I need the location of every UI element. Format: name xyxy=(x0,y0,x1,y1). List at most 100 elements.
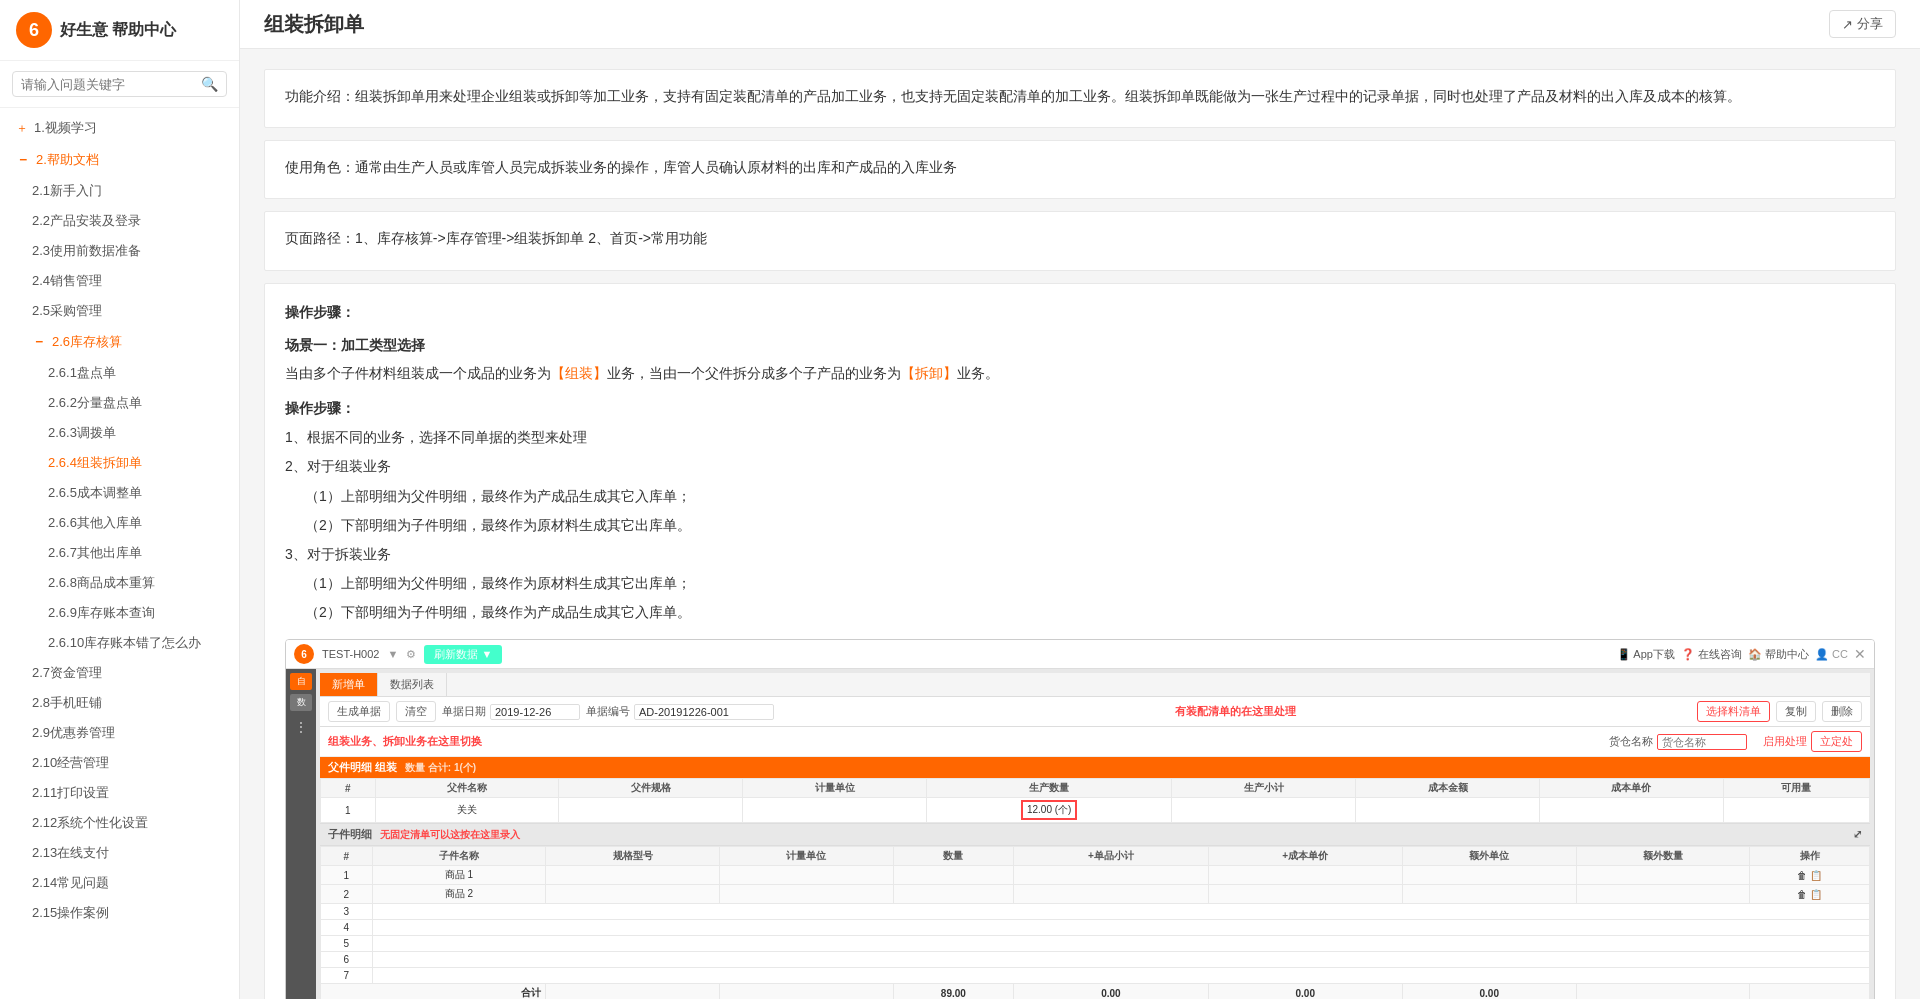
mock-help-center: 🏠 帮助中心 xyxy=(1748,647,1809,662)
sidebar-item-2-14[interactable]: 2.14常见问题 xyxy=(0,868,239,898)
mock-col-unit: 计量单位 xyxy=(743,779,927,798)
mock-nav-icon-2[interactable]: 数 xyxy=(290,694,312,711)
mock-btn-confirm[interactable]: 立定处 xyxy=(1811,731,1862,752)
mock-btn-draft[interactable]: 清空 xyxy=(396,701,436,722)
mock-nav-icon-3: ⋮ xyxy=(294,719,308,735)
mock-left-nav: 自 数 ⋮ xyxy=(286,669,316,999)
sidebar-item-2-1[interactable]: 2.1新手入门 xyxy=(0,176,239,206)
mock-btn-save[interactable]: 生成单据 xyxy=(328,701,390,722)
search-icon[interactable]: 🔍 xyxy=(201,76,218,92)
sidebar: 6 好生意 帮助中心 🔍 ＋ 1.视频学习 － 2.帮助文档 2.1新手入门 2… xyxy=(0,0,240,999)
mock-qty-box: 12.00 (个) xyxy=(1021,800,1077,820)
mock-billno-label: 单据编号 xyxy=(586,704,630,719)
sidebar-item-2-12[interactable]: 2.12系统个性化设置 xyxy=(0,808,239,838)
mock-close-icon[interactable]: ✕ xyxy=(1854,646,1866,662)
mock-warehouse-input[interactable] xyxy=(1657,734,1747,750)
sidebar-item-2-6-1[interactable]: 2.6.1盘点单 xyxy=(0,358,239,388)
mock-date-input[interactable] xyxy=(490,704,580,720)
mock-col-parent-name: 父件名称 xyxy=(375,779,559,798)
mock-type-select-area: 货仓名称 xyxy=(1609,734,1747,750)
minus-icon: － xyxy=(16,151,30,169)
path-block: 页面路径：1、库存核算->库存管理->组装拆卸单 2、首页->常用功能 xyxy=(264,211,1896,270)
mock-nav-icon-1[interactable]: 自 xyxy=(290,673,312,690)
sidebar-item-2-15[interactable]: 2.15操作案例 xyxy=(0,898,239,928)
mock-col-avail: 可用量 xyxy=(1723,779,1869,798)
mock-company: TEST-H002 xyxy=(322,648,379,660)
sidebar-item-2-6-4[interactable]: 2.6.4组装拆卸单 xyxy=(0,448,239,478)
mock-icon1: ⚙ xyxy=(406,648,416,661)
mock-btn-extra2[interactable]: 删除 xyxy=(1822,701,1862,722)
mock-bottom-row-2: 2 商品 2 🗑 📋 xyxy=(321,885,1870,904)
nav-section: ＋ 1.视频学习 － 2.帮助文档 2.1新手入门 2.2产品安装及登录 2.3… xyxy=(0,108,239,932)
mock-bottom-row-1: 1 商品 1 🗑 📋 xyxy=(321,866,1870,885)
mock-tab-new[interactable]: 新增单 xyxy=(320,673,378,696)
mock-bottom-table-wrapper: # 子件名称 规格型号 计量单位 数量 +单品小计 +成本单价 额外单位 xyxy=(320,846,1870,999)
sidebar-item-2-6-2[interactable]: 2.6.2分量盘点单 xyxy=(0,388,239,418)
sidebar-item-2-6-10[interactable]: 2.6.10库存账本错了怎么办 xyxy=(0,628,239,658)
mock-btn-extra[interactable]: 复制 xyxy=(1776,701,1816,722)
path-text: 页面路径：1、库存核算->库存管理->组装拆卸单 2、首页->常用功能 xyxy=(285,226,1875,251)
ops-title2: 操作步骤： xyxy=(285,396,1875,421)
mock-help-icon: ❓ 在线咨询 xyxy=(1681,647,1742,662)
search-area: 🔍 xyxy=(0,61,239,108)
sidebar-item-2-13[interactable]: 2.13在线支付 xyxy=(0,838,239,868)
logo-area: 6 好生意 帮助中心 xyxy=(0,0,239,61)
sidebar-item-videos[interactable]: ＋ 1.视频学习 xyxy=(0,112,239,144)
mock-body: 自 数 ⋮ 新增单 数据列表 xyxy=(286,669,1874,999)
sidebar-item-2-5[interactable]: 2.5采购管理 xyxy=(0,296,239,326)
step2-1: （1）上部明细为父件明细，最终作为产成品生成其它入库单； xyxy=(305,484,1875,509)
role-text: 使用角色：通常由生产人员或库管人员完成拆装业务的操作，库管人员确认原材料的出库和… xyxy=(285,155,1875,180)
mock-col-qty: 生产数量 xyxy=(926,779,1172,798)
mock-top-table-wrapper: # 父件名称 父件规格 计量单位 生产数量 生产小计 成本金额 成本单价 xyxy=(320,778,1870,823)
mock-section-header-top: 父件明细 组装 数量 合计: 1(个) xyxy=(320,757,1870,778)
sidebar-item-2-9[interactable]: 2.9优惠券管理 xyxy=(0,718,239,748)
sidebar-item-2-6-8[interactable]: 2.6.8商品成本重算 xyxy=(0,568,239,598)
sidebar-item-2-11[interactable]: 2.11打印设置 xyxy=(0,778,239,808)
mock-billno-input[interactable] xyxy=(634,704,774,720)
sidebar-item-2-6-7[interactable]: 2.6.7其他出库单 xyxy=(0,538,239,568)
mock-right-icons: 📱 App下载 ❓ 在线咨询 🏠 帮助中心 👤 CC ✕ xyxy=(1617,646,1866,662)
plus-icon: ＋ xyxy=(16,120,28,137)
logo-icon: 6 xyxy=(16,12,52,48)
mock-bottom-table: # 子件名称 规格型号 计量单位 数量 +单品小计 +成本单价 额外单位 xyxy=(320,846,1870,999)
mock-section-header-bottom: 子件明细 无固定清单可以这按在这里录入 ⤢ xyxy=(320,823,1870,846)
sidebar-item-docs[interactable]: － 2.帮助文档 xyxy=(0,144,239,176)
sidebar-item-2-7[interactable]: 2.7资金管理 xyxy=(0,658,239,688)
mock-refresh-btn[interactable]: 刷新数据 ▼ xyxy=(424,645,502,664)
share-button[interactable]: ↗ 分享 xyxy=(1829,10,1896,38)
mock-tab-list[interactable]: 数据列表 xyxy=(378,673,447,696)
sidebar-item-2-6-5[interactable]: 2.6.5成本调整单 xyxy=(0,478,239,508)
scene1-desc: 当由多个子件材料组装成一个成品的业务为【组装】业务，当由一个父件拆分成多个子产品… xyxy=(285,361,1875,386)
mock-dropdown-icon: ▼ xyxy=(387,648,398,660)
scene1-title: 场景一：加工类型选择 xyxy=(285,337,1875,355)
step1: 1、根据不同的业务，选择不同单据的类型来处理 xyxy=(285,425,1875,450)
sidebar-item-2-3[interactable]: 2.3使用前数据准备 xyxy=(0,236,239,266)
mock-expand-btn[interactable]: ⤢ xyxy=(1853,828,1862,841)
sidebar-item-2-8[interactable]: 2.8手机旺铺 xyxy=(0,688,239,718)
top-bar: 组装拆卸单 ↗ 分享 xyxy=(240,0,1920,49)
mock-btn-select-bom[interactable]: 选择料清单 xyxy=(1697,701,1770,722)
minus-icon-2-6: － xyxy=(32,333,46,351)
sidebar-item-2-6[interactable]: － 2.6库存核算 xyxy=(0,326,239,358)
sidebar-item-2-4[interactable]: 2.4销售管理 xyxy=(0,266,239,296)
mock-warehouse-label: 货仓名称 xyxy=(1609,734,1653,749)
sidebar-item-2-6-9[interactable]: 2.6.9库存账本查询 xyxy=(0,598,239,628)
screenshot-container: 6 TEST-H002 ▼ ⚙ 刷新数据 ▼ 📱 App下载 ❓ 在线咨询 🏠 … xyxy=(285,639,1875,999)
operations-title: 操作步骤： xyxy=(285,300,1875,325)
mock-apps-icon: 📱 App下载 xyxy=(1617,647,1675,662)
mock-titlebar: 6 TEST-H002 ▼ ⚙ 刷新数据 ▼ 📱 App下载 ❓ 在线咨询 🏠 … xyxy=(286,640,1874,669)
mock-col-num: # xyxy=(321,779,376,798)
mock-annotation3: 组装业务、拆卸业务在这里切换 xyxy=(328,734,482,749)
sidebar-item-2-6-3[interactable]: 2.6.3调拨单 xyxy=(0,418,239,448)
sidebar-item-2-2[interactable]: 2.2产品安装及登录 xyxy=(0,206,239,236)
mock-annotation2-area: 启用处理 立定处 xyxy=(1763,731,1862,752)
sidebar-item-2-10[interactable]: 2.10经营管理 xyxy=(0,748,239,778)
step3-1: （1）上部明细为父件明细，最终作为原材料生成其它出库单； xyxy=(305,571,1875,596)
sidebar-item-2-6-6[interactable]: 2.6.6其他入库单 xyxy=(0,508,239,538)
mock-logo: 6 xyxy=(294,644,314,664)
search-input[interactable] xyxy=(21,77,201,92)
mock-toolbar-row: 生成单据 清空 单据日期 单据编号 xyxy=(320,697,1870,727)
content-area: 功能介绍：组装拆卸单用来处理企业组装或拆卸等加工业务，支持有固定装配清单的产品加… xyxy=(240,49,1920,999)
step3-2: （2）下部明细为子件明细，最终作为产成品生成其它入库单。 xyxy=(305,600,1875,625)
mock-footer-row: 合计 89.00 0.00 0.00 0.00 xyxy=(321,984,1870,999)
